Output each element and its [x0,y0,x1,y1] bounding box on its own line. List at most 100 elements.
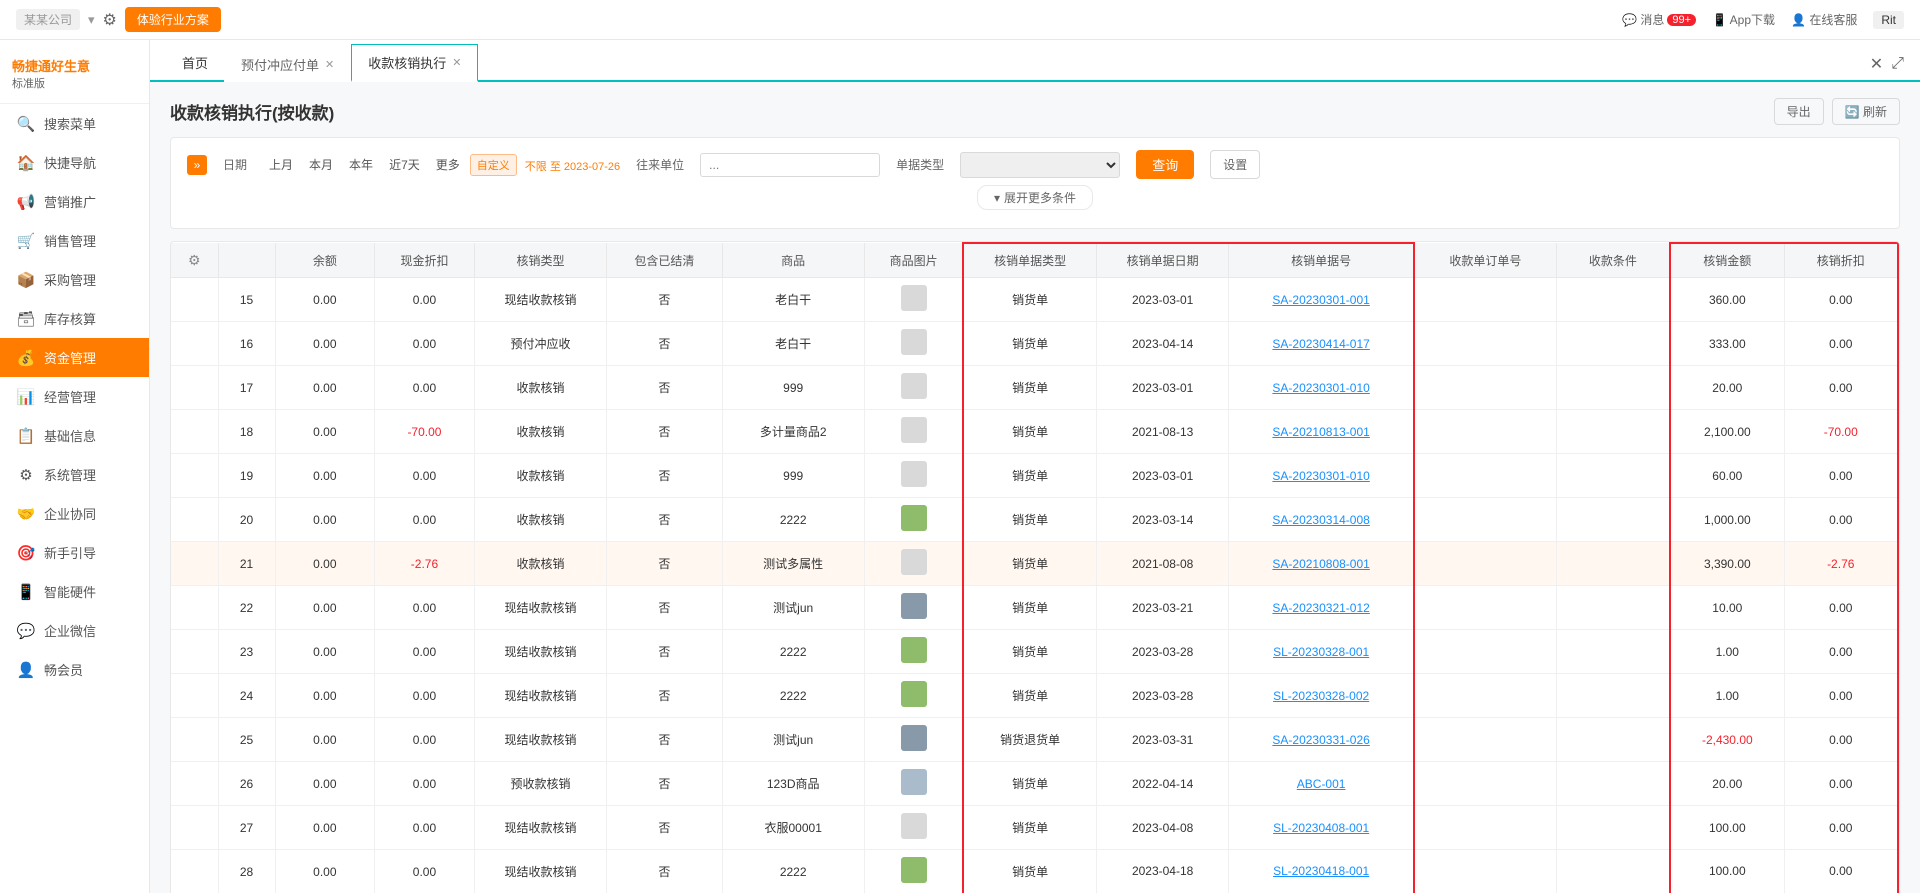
tab-prepay-close[interactable]: ✕ [325,58,334,71]
note-num-link[interactable]: SA-20210813-001 [1272,425,1369,439]
td-settings [171,278,218,322]
gear-icon-top[interactable]: ⚙ [103,10,117,30]
table-row: 16 0.00 0.00 预付冲应收 否 老白干 销货单 2023-04-14 … [171,322,1898,366]
tab-writeoff[interactable]: 收款核销执行 ✕ [351,44,478,82]
date-btn-more[interactable]: 更多 [430,154,466,175]
message-icon[interactable]: 💬 消息 99+ [1622,11,1696,28]
sidebar-item-collab[interactable]: 🤝 企业协同 [0,494,149,533]
query-btn[interactable]: 查询 [1136,150,1194,179]
tab-expand-btn[interactable]: ⤢ [1891,55,1904,73]
tab-prepay-label: 预付冲应付单 [241,55,319,74]
date-btn-custom[interactable]: 自定义 [470,154,517,176]
note-num-link[interactable]: SA-20210808-001 [1272,557,1369,571]
app-download[interactable]: 📱 App下载 [1712,11,1775,28]
sidebar-item-inventory[interactable]: 🗃 库存核算 [0,299,149,338]
td-goods: 123D商品 [722,762,864,806]
note-num-link[interactable]: SL-20230328-002 [1273,689,1369,703]
note-num-link[interactable]: SA-20230414-017 [1272,337,1369,351]
note-num-link[interactable]: SA-20230301-001 [1272,293,1369,307]
td-order-num [1414,498,1556,542]
tab-prepay[interactable]: 预付冲应付单 ✕ [224,46,351,82]
td-write-off-type: 预付冲应收 [474,322,606,366]
sidebar-item-finance[interactable]: 💰 资金管理 [0,338,149,377]
note-num-link[interactable]: SA-20230314-008 [1272,513,1369,527]
td-goods-img [864,366,963,410]
counterpart-label: 往来单位 [636,156,684,173]
sidebar-item-nav[interactable]: 🏠 快捷导航 [0,143,149,182]
td-goods: 多计量商品2 [722,410,864,454]
table-row: 19 0.00 0.00 收款核销 否 999 销货单 2023-03-01 S… [171,454,1898,498]
td-discount: -70.00 [1784,410,1898,454]
td-note-date: 2023-03-28 [1096,630,1228,674]
tab-writeoff-close[interactable]: ✕ [452,56,461,69]
counterpart-input[interactable] [700,153,880,177]
export-btn[interactable]: 导出 [1774,98,1824,125]
finance-icon: 💰 [16,349,36,367]
tab-close-btn[interactable]: ✕ [1870,54,1883,74]
date-btn-this-year[interactable]: 本年 [343,154,379,175]
note-num-link[interactable]: SA-20230331-026 [1272,733,1369,747]
refresh-btn[interactable]: 🔄 刷新 [1832,98,1900,125]
td-order-num [1414,850,1556,893]
td-amount: 10.00 [1670,586,1784,630]
data-table: ⚙ 余额 现金折扣 核销类型 包含已结清 商品 商品图片 核销单据类型 核销 [171,242,1899,893]
top-bar-left: 某某公司 ▾ ⚙ 体验行业方案 [16,7,1610,32]
online-service[interactable]: 👤 在线客服 [1791,11,1857,28]
td-amount: 1,000.00 [1670,498,1784,542]
td-note-type: 销货单 [963,630,1096,674]
td-condition [1556,762,1670,806]
td-condition [1556,806,1670,850]
tab-home[interactable]: 首页 [166,45,224,82]
voucher-type-select[interactable] [960,152,1120,178]
page-title-row: 收款核销执行(按收款) 导出 🔄 刷新 [170,98,1900,125]
td-settings [171,630,218,674]
sidebar-item-hardware[interactable]: 📱 智能硬件 [0,572,149,611]
td-condition [1556,674,1670,718]
sidebar-item-wechat[interactable]: 💬 企业微信 [0,611,149,650]
td-num: 21 [218,542,275,586]
filter-row-1: » 日期 上月 本月 本年 近7天 更多 自定义 不限 至 2023-07-26 [187,150,1883,179]
sidebar-label-marketing: 营销推广 [44,192,96,211]
sidebar-item-system[interactable]: ⚙ 系统管理 [0,455,149,494]
sidebar-item-operation[interactable]: 📊 经营管理 [0,377,149,416]
td-discount: 0.00 [1784,586,1898,630]
th-num [218,243,275,278]
setting-btn[interactable]: 设置 [1210,150,1260,179]
note-num-link[interactable]: SL-20230328-001 [1273,645,1369,659]
note-num-link[interactable]: SL-20230408-001 [1273,821,1369,835]
date-btn-last-month[interactable]: 上月 [263,154,299,175]
sidebar-item-sales[interactable]: 🛒 销售管理 [0,221,149,260]
td-amount: -2,430.00 [1670,718,1784,762]
page-title: 收款核销执行(按收款) [170,99,334,124]
table-settings-icon[interactable]: ⚙ [188,252,201,268]
filter-bar: » 日期 上月 本月 本年 近7天 更多 自定义 不限 至 2023-07-26 [170,137,1900,229]
date-btn-7days[interactable]: 近7天 [383,154,426,175]
td-settings [171,498,218,542]
sidebar-item-purchase[interactable]: 📦 采购管理 [0,260,149,299]
note-num-link[interactable]: SL-20230418-001 [1273,864,1369,878]
sidebar-item-basic-info[interactable]: 📋 基础信息 [0,416,149,455]
td-write-off-type: 现结收款核销 [474,674,606,718]
sidebar-item-marketing[interactable]: 📢 营销推广 [0,182,149,221]
td-included: 否 [607,322,722,366]
table-row: 21 0.00 -2.76 收款核销 否 测试多属性 销货单 2021-08-0… [171,542,1898,586]
td-note-date: 2022-04-14 [1096,762,1228,806]
sidebar-item-member[interactable]: 👤 畅会员 [0,650,149,689]
td-settings [171,806,218,850]
date-group: 上月 本月 本年 近7天 更多 自定义 不限 至 2023-07-26 [263,154,620,176]
sidebar-item-search[interactable]: 🔍 搜索菜单 [0,104,149,143]
td-condition [1556,586,1670,630]
td-order-num [1414,630,1556,674]
expand-conditions-btn[interactable]: ▾ 展开更多条件 [977,185,1093,210]
td-goods-img [864,410,963,454]
note-num-link[interactable]: SA-20230301-010 [1272,469,1369,483]
note-num-link[interactable]: SA-20230321-012 [1272,601,1369,615]
sidebar-label-search: 搜索菜单 [44,114,96,133]
note-num-link[interactable]: SA-20230301-010 [1272,381,1369,395]
note-num-link[interactable]: ABC-001 [1297,777,1346,791]
sidebar-item-guide[interactable]: 🎯 新手引导 [0,533,149,572]
industry-btn[interactable]: 体验行业方案 [125,7,221,32]
date-btn-this-month[interactable]: 本月 [303,154,339,175]
dropdown-icon[interactable]: ▾ [88,12,95,28]
filter-collapse-btn[interactable]: » [187,155,207,175]
